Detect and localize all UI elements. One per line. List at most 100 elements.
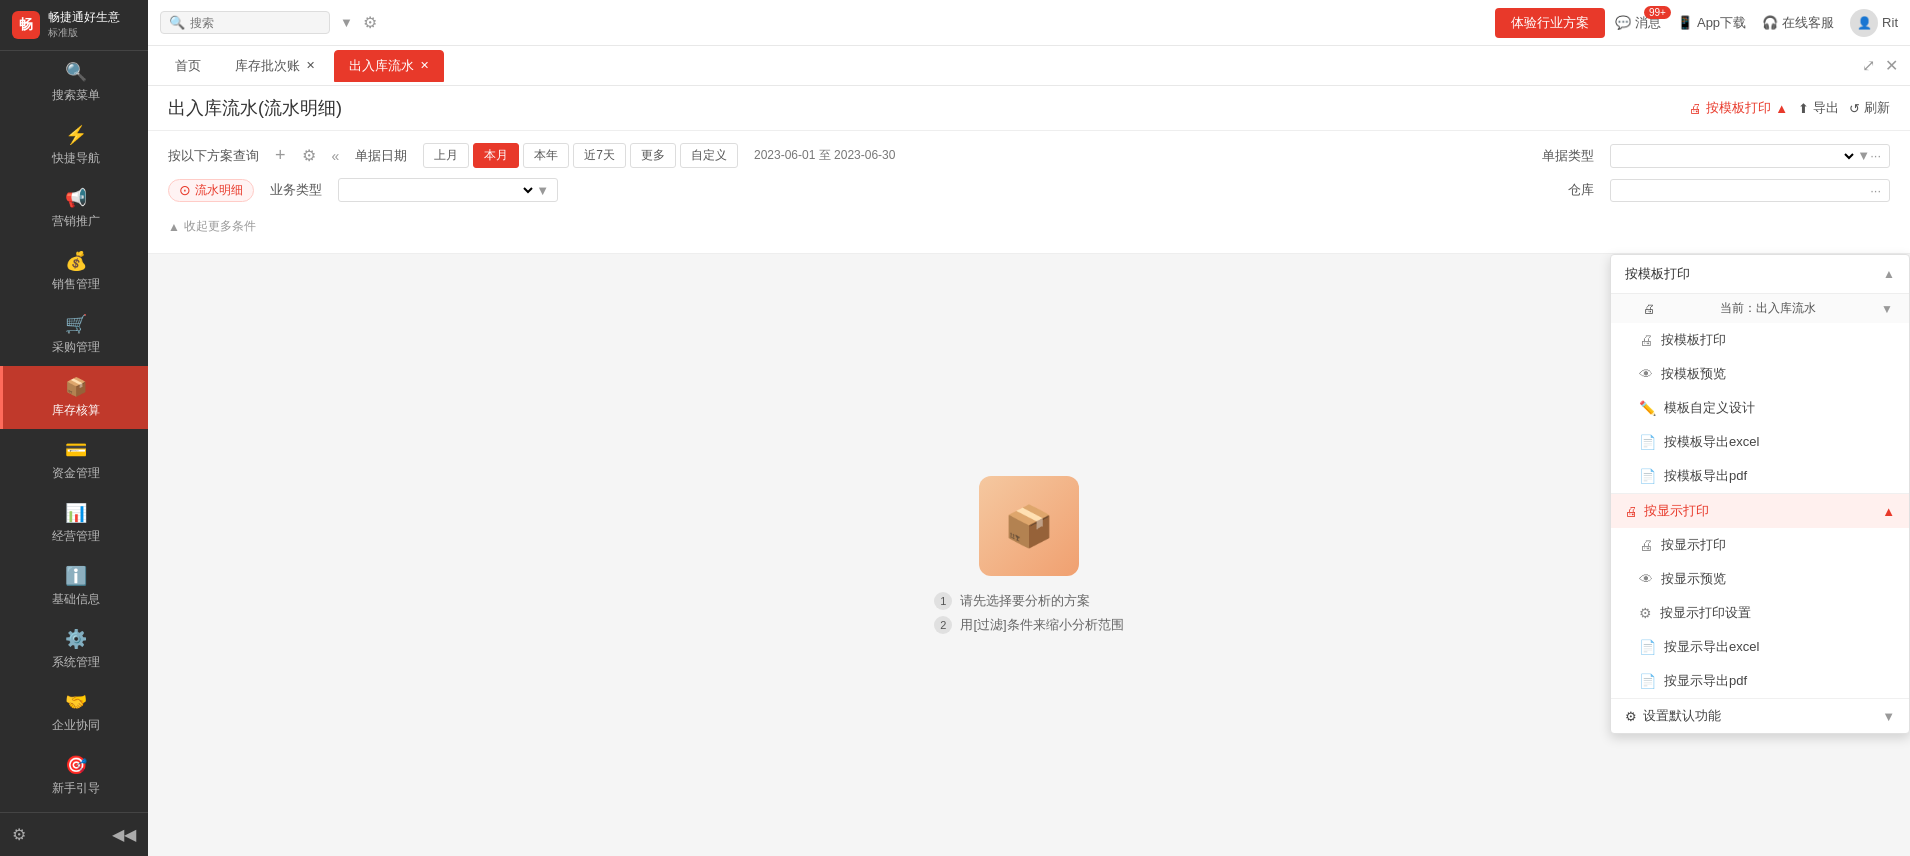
tabs-right-actions: ⤢ ✕ bbox=[1862, 56, 1898, 75]
chevron-up-icon: ▲ bbox=[1775, 101, 1788, 116]
filter-collapse-button[interactable]: « bbox=[332, 148, 340, 164]
print-template-item-icon: 🖨 bbox=[1639, 332, 1653, 348]
tab-expand-icon[interactable]: ⤢ bbox=[1862, 56, 1875, 75]
filter-tag-icon: ⊙ bbox=[179, 182, 191, 198]
industry-solution-button[interactable]: 体验行业方案 bbox=[1495, 8, 1605, 38]
dropdown-item-custom-design[interactable]: ✏️ 模板自定义设计 bbox=[1611, 391, 1909, 425]
header-dropdown-icon[interactable]: ▼ bbox=[340, 15, 353, 30]
date-this-month-btn[interactable]: 本月 bbox=[473, 143, 519, 168]
sidebar-item-finance[interactable]: 💳 资金管理 bbox=[0, 429, 148, 492]
sidebar-item-sales[interactable]: 💰 销售管理 bbox=[0, 240, 148, 303]
date-7days-btn[interactable]: 近7天 bbox=[573, 143, 626, 168]
dropdown-header: 按模板打印 ▲ bbox=[1611, 255, 1909, 294]
tab-flow[interactable]: 出入库流水 ✕ bbox=[334, 50, 444, 82]
sidebar-item-marketing[interactable]: 📢 营销推广 bbox=[0, 177, 148, 240]
sidebar-footer: ⚙ ◀◀ bbox=[0, 812, 148, 856]
header-search-input[interactable] bbox=[190, 16, 310, 30]
dropdown-footer-item[interactable]: ⚙ 设置默认功能 ▼ bbox=[1611, 699, 1909, 733]
empty-icon: 📦 bbox=[979, 476, 1079, 576]
biz-type-select[interactable] bbox=[347, 182, 536, 198]
print-template-button[interactable]: 🖨 按模板打印 ▲ bbox=[1689, 99, 1788, 117]
dropdown-item-preview-display[interactable]: 👁 按显示预览 bbox=[1611, 562, 1909, 596]
dropdown-header-chevron[interactable]: ▲ bbox=[1883, 267, 1895, 281]
headset-icon: 🎧 bbox=[1762, 15, 1778, 30]
date-last-month-btn[interactable]: 上月 bbox=[423, 143, 469, 168]
dropdown-item-export-pdf-display[interactable]: 📄 按显示导出pdf bbox=[1611, 664, 1909, 698]
step-num-1: 1 bbox=[934, 592, 952, 610]
step-num-2: 2 bbox=[934, 616, 952, 634]
settings-footer-icon[interactable]: ⚙ bbox=[12, 825, 26, 844]
sidebar-item-system[interactable]: ⚙️ 系统管理 bbox=[0, 618, 148, 681]
dropdown-item-settings-display[interactable]: ⚙ 按显示打印设置 bbox=[1611, 596, 1909, 630]
dropdown-display-section-header[interactable]: 🖨 按显示打印 ▲ bbox=[1611, 494, 1909, 528]
date-custom-btn[interactable]: 自定义 bbox=[680, 143, 738, 168]
doc-type-select-wrap: ▼ ··· bbox=[1610, 144, 1890, 168]
collapse-more-btn[interactable]: ▲ 收起更多条件 bbox=[168, 212, 1890, 241]
dropdown-item-preview-template[interactable]: 👁 按模板预览 bbox=[1611, 357, 1909, 391]
marketing-icon: 📢 bbox=[65, 187, 87, 209]
dropdown-item-print-template[interactable]: 🖨 按模板打印 bbox=[1611, 323, 1909, 357]
sidebar-item-shortcut[interactable]: ⚡ 快捷导航 bbox=[0, 114, 148, 177]
doc-type-select[interactable] bbox=[1619, 148, 1857, 164]
app-download-item[interactable]: 📱 App下载 bbox=[1677, 14, 1746, 32]
filter-area: 按以下方案查询 + ⚙ « 单据日期 上月 本月 本年 近7天 更多 自定义 2… bbox=[148, 131, 1910, 254]
tab-batch-close[interactable]: ✕ bbox=[306, 59, 315, 72]
header-search-icon: 🔍 bbox=[169, 15, 185, 30]
sidebar-item-guide[interactable]: 🎯 新手引导 bbox=[0, 744, 148, 807]
sidebar-item-purchase[interactable]: 🛒 采购管理 bbox=[0, 303, 148, 366]
empty-steps: 1 请先选择要分析的方案 2 用[过滤]条件来缩小分析范围 bbox=[934, 592, 1123, 634]
add-filter-button[interactable]: + bbox=[275, 145, 286, 166]
warehouse-input[interactable] bbox=[1619, 183, 1870, 197]
filter-row-2: ⊙ 流水明细 业务类型 ▼ 仓库 ··· bbox=[168, 178, 1890, 202]
message-badge: 99+ bbox=[1644, 6, 1671, 19]
filter-scheme-label: 按以下方案查询 bbox=[168, 147, 259, 165]
user-profile-item[interactable]: 👤 Rit bbox=[1850, 9, 1898, 37]
dropdown-current-item[interactable]: 🖨 当前：出入库流水 ▼ bbox=[1611, 294, 1909, 323]
export-button[interactable]: ⬆ 导出 bbox=[1798, 99, 1839, 117]
header-settings-icon[interactable]: ⚙ bbox=[363, 13, 377, 32]
finance-icon: 💳 bbox=[65, 439, 87, 461]
dropdown-item-export-excel-display[interactable]: 📄 按显示导出excel bbox=[1611, 630, 1909, 664]
filter-settings-button[interactable]: ⚙ bbox=[302, 146, 316, 165]
sidebar-item-search[interactable]: 🔍 搜索菜单 bbox=[0, 51, 148, 114]
dropdown-item-export-excel-template[interactable]: 📄 按模板导出excel bbox=[1611, 425, 1909, 459]
date-range-display: 2023-06-01 至 2023-06-30 bbox=[754, 147, 895, 164]
filter-tag-liushui[interactable]: ⊙ 流水明细 bbox=[168, 179, 254, 202]
message-badge-item[interactable]: 💬 消息 99+ bbox=[1615, 14, 1661, 32]
warehouse-more-icon[interactable]: ··· bbox=[1870, 183, 1881, 198]
biz-type-dropdown-icon: ▼ bbox=[536, 183, 549, 198]
tab-close-all-icon[interactable]: ✕ bbox=[1885, 56, 1898, 75]
tab-flow-close[interactable]: ✕ bbox=[420, 59, 429, 72]
sidebar-item-collab[interactable]: 🤝 企业协同 bbox=[0, 681, 148, 744]
app-download-label: App下载 bbox=[1697, 14, 1746, 32]
sidebar-item-operations[interactable]: 📊 经营管理 bbox=[0, 492, 148, 555]
chevron-up-collapse-icon: ▲ bbox=[168, 220, 180, 234]
sidebar-logo: 畅 畅捷通好生意 标准版 bbox=[0, 0, 148, 51]
biz-type-label: 业务类型 bbox=[270, 181, 322, 199]
toggle-sidebar-icon[interactable]: ◀◀ bbox=[112, 825, 136, 844]
tab-home[interactable]: 首页 bbox=[160, 50, 216, 82]
page-title: 出入库流水(流水明细) bbox=[168, 96, 342, 120]
warehouse-label: 仓库 bbox=[1568, 181, 1594, 199]
tab-home-label: 首页 bbox=[175, 57, 201, 75]
sidebar-item-inventory[interactable]: 📦 库存核算 bbox=[0, 366, 148, 429]
date-more-btn[interactable]: 更多 bbox=[630, 143, 676, 168]
export-excel-display-icon: 📄 bbox=[1639, 639, 1656, 655]
tab-batch-label: 库存批次账 bbox=[235, 57, 300, 75]
dropdown-item-print-display[interactable]: 🖨 按显示打印 bbox=[1611, 528, 1909, 562]
dropdown-item-export-pdf-template[interactable]: 📄 按模板导出pdf bbox=[1611, 459, 1909, 493]
logo-icon: 畅 bbox=[12, 11, 40, 39]
logo-text: 畅捷通好生意 bbox=[48, 10, 120, 26]
refresh-button[interactable]: ↺ 刷新 bbox=[1849, 99, 1890, 117]
sidebar-item-base[interactable]: ℹ️ 基础信息 bbox=[0, 555, 148, 618]
guide-icon: 🎯 bbox=[65, 754, 87, 776]
online-service-item[interactable]: 🎧 在线客服 bbox=[1762, 14, 1834, 32]
filter-row-1: 按以下方案查询 + ⚙ « 单据日期 上月 本月 本年 近7天 更多 自定义 2… bbox=[168, 143, 1890, 168]
date-this-year-btn[interactable]: 本年 bbox=[523, 143, 569, 168]
doc-type-more-icon[interactable]: ··· bbox=[1870, 148, 1881, 163]
purchase-icon: 🛒 bbox=[65, 313, 87, 335]
export-icon: ⬆ bbox=[1798, 101, 1809, 116]
sidebar-nav: 🔍 搜索菜单 ⚡ 快捷导航 📢 营销推广 💰 销售管理 🛒 采购管理 📦 库存核… bbox=[0, 51, 148, 812]
online-service-label: 在线客服 bbox=[1782, 14, 1834, 32]
tab-batch[interactable]: 库存批次账 ✕ bbox=[220, 50, 330, 82]
